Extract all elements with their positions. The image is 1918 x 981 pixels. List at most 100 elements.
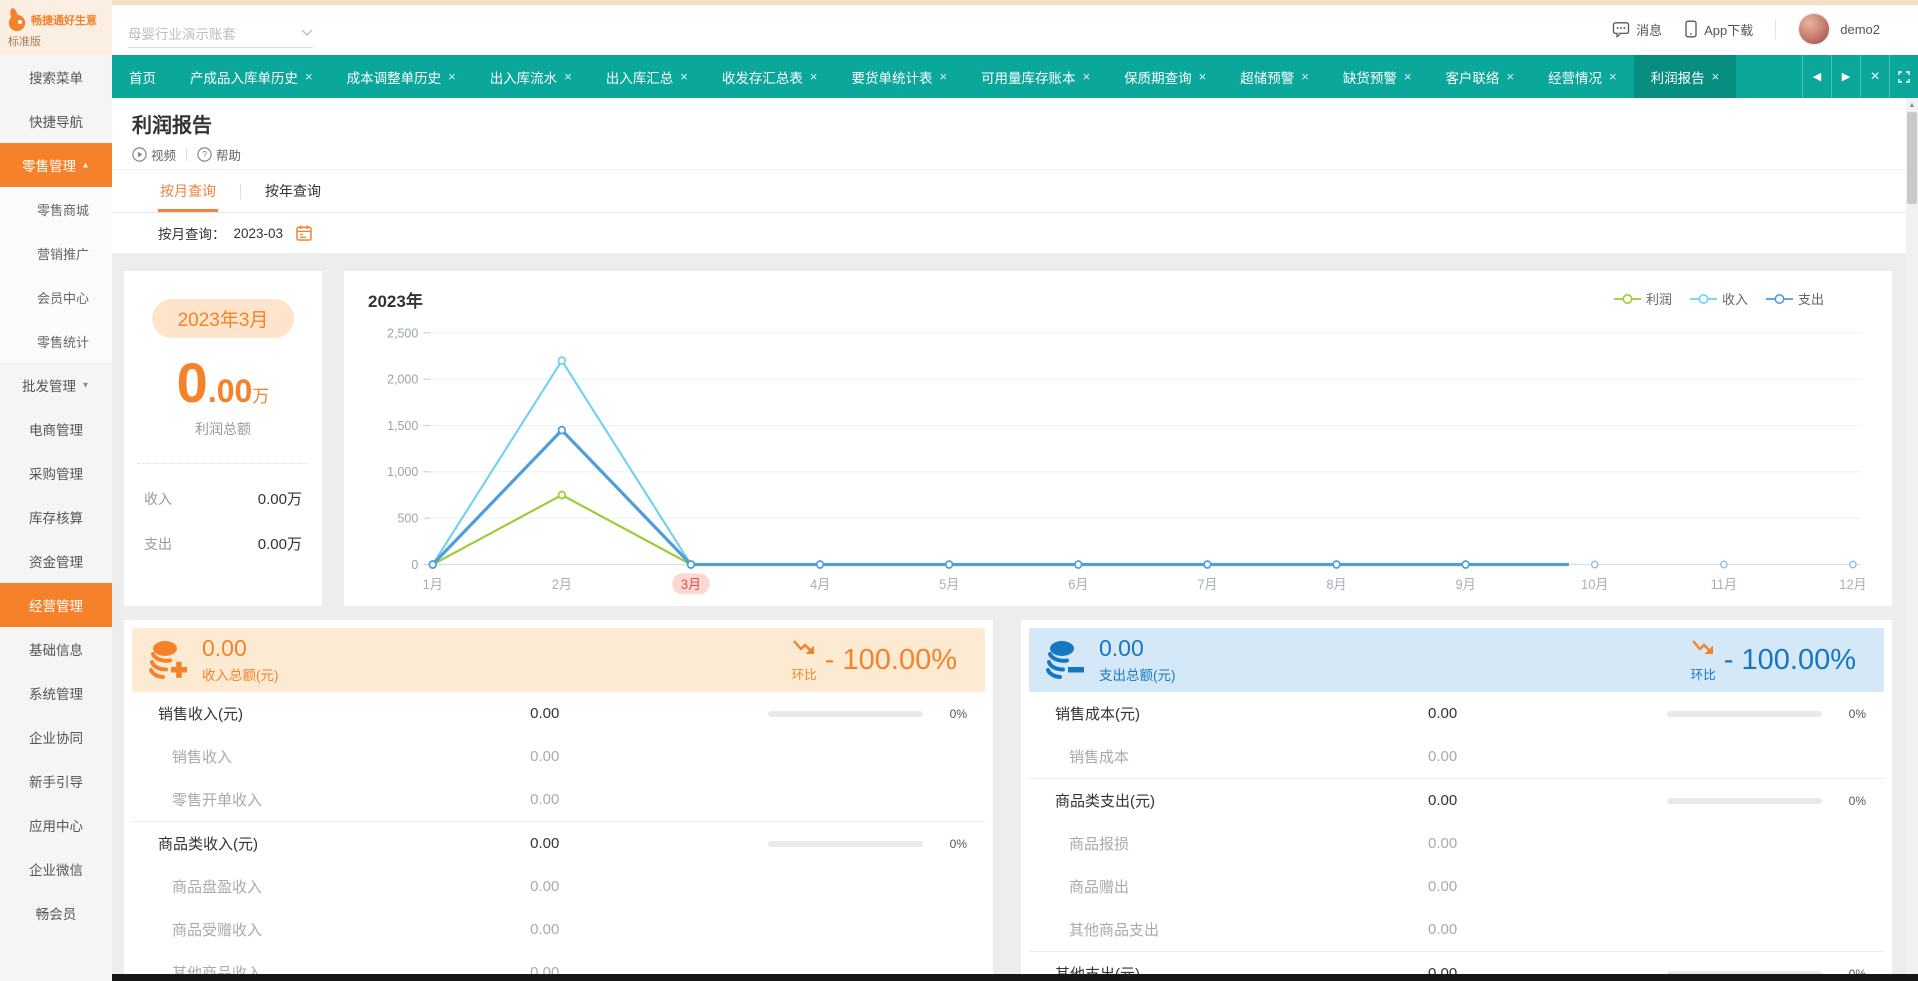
sidebar-item-应用中心[interactable]: 应用中心	[0, 803, 112, 847]
stat-group: 商品类收入(元) 0.00 0% 商品盘盈收入 0.00 商品受赠收入 0.00 其他商品收入…	[132, 822, 985, 980]
sidebar-subitem-营销推广[interactable]: 营销推广	[0, 231, 112, 275]
tab-label: 首页	[129, 70, 156, 86]
series-line-支出	[431, 428, 1569, 567]
row-label: 商品赠出	[1069, 879, 1130, 896]
sidebar-item-企业协同[interactable]: 企业协同	[0, 715, 112, 759]
tab-item[interactable]: 缺货预警 ×	[1326, 55, 1429, 98]
account-select[interactable]: 母婴行业演示账套	[128, 18, 313, 48]
tab-close-icon[interactable]: ×	[564, 70, 572, 83]
legend-item-支出[interactable]: 支出	[1765, 289, 1824, 308]
tab-close-icon[interactable]: ×	[810, 70, 818, 83]
tab-item[interactable]: 超储预警 ×	[1223, 55, 1326, 98]
period-badge: 2023年3月	[151, 299, 295, 338]
row-value: 0.00	[1428, 748, 1458, 765]
tab-item[interactable]: 要货单统计表 ×	[834, 55, 964, 98]
stat-panel-收入总额(元): 0.00 收入总额(元) 环比 - 100.00% 销售收入(元) 0.00 0% 销售收入 0…	[124, 620, 993, 980]
filter-row: 按月查询： 2023-03	[112, 213, 1906, 253]
tab-item[interactable]: 首页	[112, 55, 173, 98]
table-row: 销售成本 0.00	[1029, 735, 1884, 778]
tab-close-icon[interactable]: ×	[448, 70, 456, 83]
tab-item[interactable]: 收发存汇总表 ×	[705, 55, 835, 98]
row-percent: 0%	[1848, 706, 1866, 721]
tab-active[interactable]: 利润报告 ×	[1633, 55, 1737, 98]
video-button[interactable]: 视频	[132, 145, 176, 164]
sidebar-item-搜索菜单[interactable]: 搜索菜单	[0, 55, 112, 99]
topbar-divider	[1775, 19, 1777, 39]
x-tick-label: 8月	[1326, 576, 1346, 591]
data-point-利润	[557, 490, 566, 500]
x-tick-label: 11月	[1711, 576, 1737, 591]
x-tick-label: 2月	[552, 576, 572, 591]
scrollbar-thumb[interactable]	[1907, 112, 1917, 204]
prev-tab-icon[interactable]: ◀	[1802, 55, 1831, 98]
sidebar-item-新手引导[interactable]: 新手引导	[0, 759, 112, 803]
messages-button[interactable]: 消息	[1612, 20, 1662, 39]
query-tab-按年查询[interactable]: 按年查询	[263, 170, 323, 212]
sidebar-item-零售管理[interactable]: 零售管理 ▲	[0, 143, 112, 187]
legend-item-收入[interactable]: 收入	[1689, 289, 1748, 308]
tab-close-icon[interactable]: ×	[680, 70, 688, 83]
tab-close-icon[interactable]: ×	[1609, 70, 1617, 83]
tab-item[interactable]: 客户联络 ×	[1428, 55, 1531, 98]
help-button[interactable]: ? 帮助	[197, 145, 241, 164]
sidebar-item-库存核算[interactable]: 库存核算	[0, 495, 112, 539]
tab-close-icon[interactable]: ×	[1199, 70, 1207, 83]
sidebar-item-资金管理[interactable]: 资金管理	[0, 539, 112, 583]
avatar[interactable]	[1798, 13, 1831, 45]
sidebar-item-快捷导航[interactable]: 快捷导航	[0, 99, 112, 143]
top-panels-row: 2023年3月 0.00万 利润总额 收入 0.00万 支出 0.00万 2023年 …	[124, 271, 1892, 606]
sidebar-item-电商管理[interactable]: 电商管理	[0, 407, 112, 451]
scroll-up-arrow[interactable]: ▲	[1906, 98, 1918, 112]
sidebar-item-label: 零售管理	[22, 159, 77, 174]
ratio-value: - 100.00%	[1723, 643, 1856, 676]
sidebar-item-系统管理[interactable]: 系统管理	[0, 671, 112, 715]
message-icon	[1612, 21, 1630, 38]
table-row: 商品类收入(元) 0.00 0%	[132, 822, 985, 865]
legend-marker-icon	[1689, 293, 1717, 304]
sidebar-item-采购管理[interactable]: 采购管理	[0, 451, 112, 495]
tab-close-icon[interactable]: ×	[939, 70, 947, 83]
tab-item[interactable]: 出入库流水 ×	[473, 55, 589, 98]
sidebar-item-label: 资金管理	[29, 555, 83, 570]
tab-item[interactable]: 可用量库存账本 ×	[964, 55, 1107, 98]
tab-close-icon[interactable]: ×	[1712, 70, 1720, 83]
tab-label: 缺货预警	[1342, 70, 1397, 86]
sidebar-item-畅会员[interactable]: 畅会员	[0, 891, 112, 935]
x-tick-label: 6月	[1068, 576, 1088, 591]
tab-item[interactable]: 成本调整单历史 ×	[330, 55, 473, 98]
query-tab-按月查询[interactable]: 按月查询	[158, 170, 218, 212]
sidebar-subitem-会员中心[interactable]: 会员中心	[0, 275, 112, 319]
row-label: 商品受赠收入	[172, 922, 263, 939]
sidebar-item-批发管理[interactable]: 批发管理 ▼	[0, 363, 112, 407]
filter-date-value[interactable]: 2023-03	[234, 226, 284, 241]
horizontal-scrollbar[interactable]	[112, 974, 1918, 981]
axis-marker	[1849, 560, 1857, 569]
next-tab-icon[interactable]: ▶	[1831, 55, 1860, 98]
row-value: 0.00	[1428, 792, 1458, 809]
vertical-scrollbar[interactable]: ▲	[1906, 98, 1918, 974]
tab-close-icon[interactable]: ×	[1506, 70, 1514, 83]
row-value: 0.00	[1428, 835, 1458, 852]
page-title: 利润报告	[132, 115, 212, 137]
expand-icon[interactable]	[1889, 55, 1918, 98]
sidebar-subitem-零售统计[interactable]: 零售统计	[0, 319, 112, 363]
tab-item[interactable]: 产成品入库单历史 ×	[173, 55, 330, 98]
sidebar-item-基础信息[interactable]: 基础信息	[0, 627, 112, 671]
tab-item[interactable]: 经营情况 ×	[1531, 55, 1634, 98]
sidebar-item-企业微信[interactable]: 企业微信	[0, 847, 112, 891]
calendar-icon[interactable]	[295, 224, 313, 242]
close-tabs-icon[interactable]: ×	[1860, 55, 1889, 98]
tab-close-icon[interactable]: ×	[305, 70, 313, 83]
row-value: 0.00	[1428, 921, 1458, 938]
tab-close-icon[interactable]: ×	[1301, 70, 1309, 83]
logo-block: 畅捷通好生意 标准版	[0, 0, 112, 55]
tab-close-icon[interactable]: ×	[1404, 70, 1412, 83]
sidebar-item-经营管理[interactable]: 经营管理	[0, 583, 112, 627]
tab-label: 超储预警	[1240, 70, 1295, 86]
sidebar-subitem-零售商城[interactable]: 零售商城	[0, 187, 112, 231]
app-download-button[interactable]: App下载	[1684, 20, 1753, 39]
tab-item[interactable]: 保质期查询 ×	[1107, 55, 1223, 98]
legend-item-利润[interactable]: 利润	[1613, 289, 1672, 308]
tab-item[interactable]: 出入库汇总 ×	[589, 55, 705, 98]
tab-close-icon[interactable]: ×	[1083, 70, 1091, 83]
